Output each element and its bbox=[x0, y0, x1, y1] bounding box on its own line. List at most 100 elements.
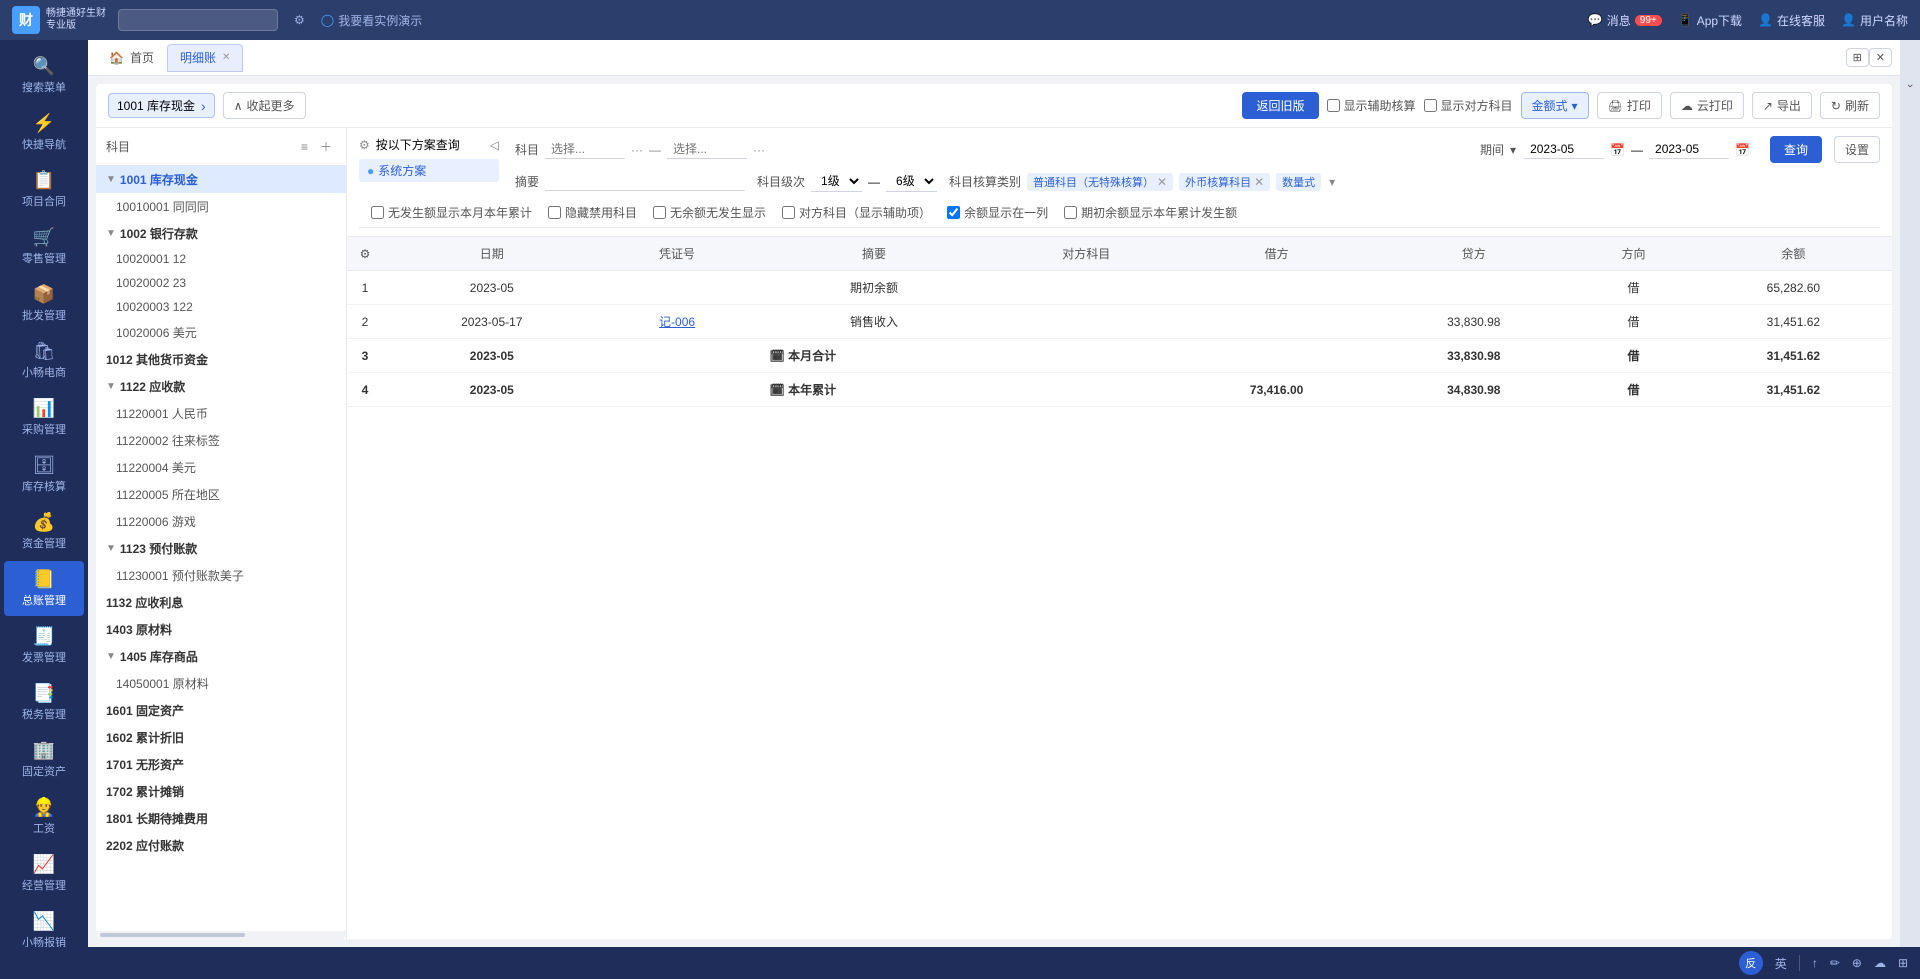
back-to-top-btn[interactable]: ↑ bbox=[1812, 956, 1818, 970]
sidebar-item-operations[interactable]: 📈 经营管理 bbox=[4, 846, 84, 901]
sidebar-item-salary[interactable]: 👷 工资 bbox=[4, 789, 84, 844]
subject-calc-dropdown-icon[interactable]: ▾ bbox=[1329, 175, 1335, 189]
app-download-btn[interactable]: 📱 App下载 bbox=[1678, 12, 1742, 29]
subject-item-10020006[interactable]: 10020006 美元 bbox=[96, 319, 346, 346]
settings-btn[interactable]: 设置 bbox=[1834, 136, 1880, 163]
sidebar-item-search[interactable]: 🔍 搜索菜单 bbox=[4, 48, 84, 103]
scheme-item[interactable]: ● 系统方案 bbox=[359, 159, 499, 182]
subject-item-1001[interactable]: ▼ 1001 库存现金 bbox=[96, 166, 346, 193]
subject-item-1801[interactable]: 1801 长期待摊费用 bbox=[96, 805, 346, 832]
amount-format-btn[interactable]: 金额式 ▾ bbox=[1521, 92, 1589, 119]
sidebar-item-project[interactable]: 📋 项目合同 bbox=[4, 162, 84, 217]
subject-level-to-select[interactable]: 6级5级4级 bbox=[886, 171, 937, 192]
summary-input[interactable] bbox=[545, 172, 745, 191]
window-expand-btn[interactable]: ⊞ bbox=[1846, 48, 1869, 67]
subject-item-11220002[interactable]: 11220002 往来标签 bbox=[96, 427, 346, 454]
period-dropdown-icon[interactable]: ▾ bbox=[1510, 143, 1516, 157]
top-search-input[interactable] bbox=[118, 9, 278, 31]
list-view-btn[interactable]: ≡ bbox=[297, 136, 312, 157]
subject-item-10010001[interactable]: 10010001 同同同 bbox=[96, 193, 346, 220]
sidebar-item-quicknav[interactable]: ⚡ 快捷导航 bbox=[4, 105, 84, 160]
demo-link[interactable]: ◯ 我要看实例演示 bbox=[321, 12, 422, 29]
subject-item-1122[interactable]: ▼ 1122 应收款 bbox=[96, 373, 346, 400]
print-btn[interactable]: 🖨 打印 bbox=[1597, 92, 1662, 119]
sidebar-item-wholesale[interactable]: 📦 批发管理 bbox=[4, 276, 84, 331]
show-opposite-aux-checkbox[interactable]: 对方科目（显示辅助项） bbox=[782, 204, 931, 221]
subject-item-11220005[interactable]: 11220005 所在地区 bbox=[96, 481, 346, 508]
subject-to-input[interactable] bbox=[667, 140, 747, 159]
sidebar-item-assets[interactable]: 🏢 固定资产 bbox=[4, 732, 84, 787]
period-end-input[interactable] bbox=[1649, 140, 1729, 159]
add-btn[interactable]: ⊕ bbox=[1852, 956, 1862, 970]
nav-right-icon[interactable]: › bbox=[201, 98, 206, 114]
subject-item-10020002[interactable]: 10020002 23 bbox=[96, 271, 346, 295]
add-subject-btn[interactable]: ＋ bbox=[316, 136, 336, 157]
show-opposite-checkbox[interactable]: 显示对方科目 bbox=[1424, 97, 1513, 114]
subject-item-1601[interactable]: 1601 固定资产 bbox=[96, 697, 346, 724]
subject-item-11230001[interactable]: 11230001 预付账款美子 bbox=[96, 562, 346, 589]
collapse-more-btn[interactable]: ∧ 收起更多 bbox=[223, 92, 306, 119]
col-settings-icon[interactable]: ⚙ bbox=[360, 247, 371, 261]
return-old-btn[interactable]: 返回旧版 bbox=[1242, 92, 1318, 119]
show-aux-calc-checkbox[interactable]: 显示辅助核算 bbox=[1327, 97, 1416, 114]
subject-item-1002[interactable]: ▼ 1002 银行存款 bbox=[96, 220, 346, 247]
settings-circle-icon[interactable]: ⚙ bbox=[359, 138, 370, 152]
hide-disabled-checkbox[interactable]: 隐藏禁用科目 bbox=[548, 204, 637, 221]
tab-close-btn[interactable]: ✕ bbox=[222, 52, 230, 63]
subject-item-1403[interactable]: 1403 原材料 bbox=[96, 616, 346, 643]
message-btn[interactable]: 💬 消息 99+ bbox=[1588, 12, 1662, 29]
export-btn[interactable]: ↗ 导出 bbox=[1752, 92, 1812, 119]
user-avatar[interactable]: 👤 用户名称 bbox=[1841, 12, 1908, 29]
subject-item-2202[interactable]: 2202 应付账款 bbox=[96, 832, 346, 859]
subject-to-more-btn[interactable]: ··· bbox=[753, 143, 765, 157]
feedback-btn[interactable]: 反 bbox=[1739, 951, 1763, 975]
tab-home[interactable]: 🏠 首页 bbox=[96, 44, 167, 72]
subject-item-11220004[interactable]: 11220004 美元 bbox=[96, 454, 346, 481]
subject-item-1132[interactable]: 1132 应收利息 bbox=[96, 589, 346, 616]
subject-level-from-select[interactable]: 1级2级3级 bbox=[811, 171, 862, 192]
sidebar-item-ledger[interactable]: 📒 总账管理 bbox=[4, 561, 84, 616]
period-start-input[interactable] bbox=[1524, 140, 1604, 159]
row-voucher[interactable]: 记-006 bbox=[601, 305, 754, 339]
refresh-btn[interactable]: ↻ 刷新 bbox=[1820, 92, 1880, 119]
grid-btn[interactable]: ⊞ bbox=[1898, 956, 1908, 970]
sidebar-item-purchase[interactable]: 📊 采购管理 bbox=[4, 390, 84, 445]
subject-item-11220001[interactable]: 11220001 人民币 bbox=[96, 400, 346, 427]
window-close-btn[interactable]: ✕ bbox=[1869, 48, 1892, 67]
subject-item-10020001[interactable]: 10020001 12 bbox=[96, 247, 346, 271]
subject-item-1701[interactable]: 1701 无形资产 bbox=[96, 751, 346, 778]
sidebar-item-retail[interactable]: 🛒 零售管理 bbox=[4, 219, 84, 274]
quick-access-btn[interactable]: › bbox=[1902, 80, 1918, 92]
sidebar-item-inventory[interactable]: 🗄 库存核算 bbox=[4, 447, 84, 502]
sidebar-item-ecommerce[interactable]: 🛍 小畅电商 bbox=[4, 333, 84, 388]
subject-item-1702[interactable]: 1702 累计摊销 bbox=[96, 778, 346, 805]
tab-ledger[interactable]: 明细账 ✕ bbox=[167, 44, 243, 72]
subject-item-14050001[interactable]: 14050001 原材料 bbox=[96, 670, 346, 697]
period-calendar-end-icon[interactable]: 📅 bbox=[1735, 143, 1750, 157]
lang-btn[interactable]: 英 bbox=[1775, 955, 1787, 972]
no-occurrence-checkbox[interactable]: 无发生额显示本月本年累计 bbox=[371, 204, 532, 221]
subject-item-1012[interactable]: 1012 其他货币资金 bbox=[96, 346, 346, 373]
subject-input[interactable] bbox=[545, 140, 625, 159]
subject-item-11220006[interactable]: 11220006 游戏 bbox=[96, 508, 346, 535]
sidebar-item-finance[interactable]: 💰 资金管理 bbox=[4, 504, 84, 559]
query-btn[interactable]: 查询 bbox=[1770, 136, 1822, 163]
horizontal-scrollbar[interactable] bbox=[96, 931, 346, 939]
collapse-left-icon[interactable]: ◁ bbox=[490, 138, 499, 152]
balance-in-one-col-checkbox[interactable]: 余额显示在一列 bbox=[947, 204, 1048, 221]
subject-item-1405[interactable]: ▼ 1405 库存商品 bbox=[96, 643, 346, 670]
sidebar-item-tax[interactable]: 📑 税务管理 bbox=[4, 675, 84, 730]
period-calendar-start-icon[interactable]: 📅 bbox=[1610, 143, 1625, 157]
no-balance-checkbox[interactable]: 无余额无发生显示 bbox=[653, 204, 766, 221]
online-service-btn[interactable]: 👤 在线客服 bbox=[1758, 12, 1825, 29]
sidebar-item-invoice[interactable]: 🧾 发票管理 bbox=[4, 618, 84, 673]
edit-btn[interactable]: ✏ bbox=[1830, 956, 1840, 970]
cloud-print-btn[interactable]: ☁ 云打印 bbox=[1670, 92, 1744, 119]
subject-item-10020003[interactable]: 10020003 122 bbox=[96, 295, 346, 319]
subject-item-1123[interactable]: ▼ 1123 预付账款 bbox=[96, 535, 346, 562]
subject-selector-top[interactable]: 1001 库存现金 › bbox=[108, 93, 215, 118]
subject-item-1602[interactable]: 1602 累计折旧 bbox=[96, 724, 346, 751]
cloud-btn[interactable]: ☁ bbox=[1874, 956, 1886, 970]
settings-icon[interactable]: ⚙ bbox=[294, 13, 305, 27]
voucher-link[interactable]: 记-006 bbox=[659, 315, 695, 329]
